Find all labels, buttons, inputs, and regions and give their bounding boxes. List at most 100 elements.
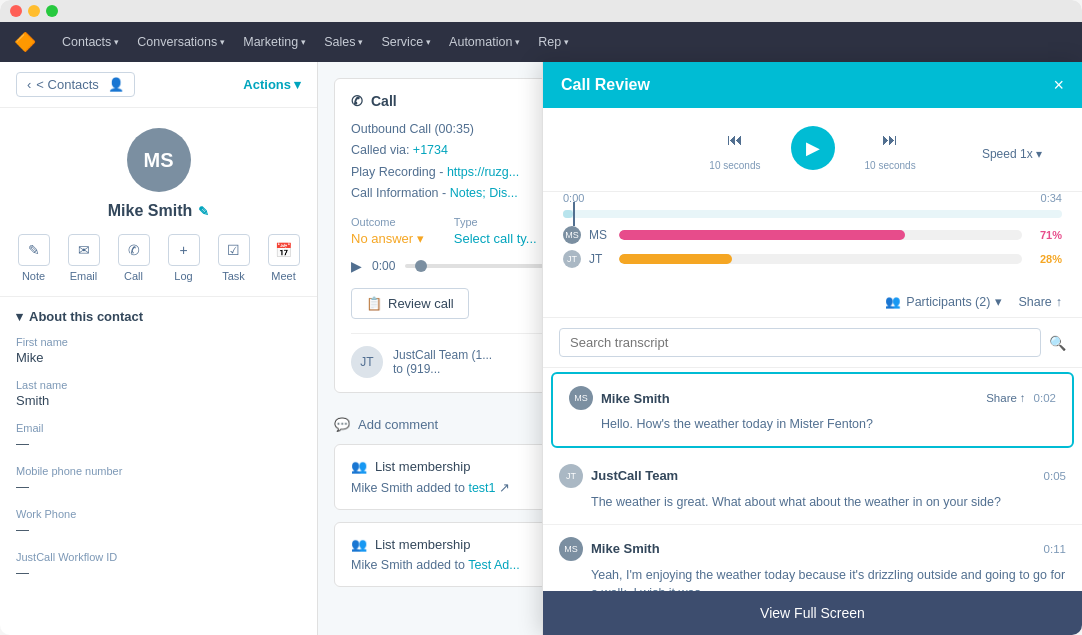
msg-name-3: Mike Smith [591,541,1036,556]
review-call-button[interactable]: 📋 Review call [351,288,469,319]
waveform-track[interactable] [563,210,1062,218]
action-call[interactable]: ✆ Call [118,234,150,282]
contact-actions: ✎ Note ✉ Email ✆ Call + Log ☑ Task 📅 Mee… [0,220,317,296]
nav-sales[interactable]: Sales ▾ [324,35,363,49]
msg-avatar-1: MS [569,386,593,410]
waveform-timeline: 0:00 0:34 [563,192,1062,204]
action-note[interactable]: ✎ Note [18,234,50,282]
msg-share-button-1[interactable]: Share ↑ [986,392,1025,404]
speaker-bar-jt [619,254,732,264]
speaker-avatar-ms: MS [563,226,581,244]
action-meet[interactable]: 📅 Meet [268,234,300,282]
chevron-down-icon: ▾ [515,37,520,47]
field-firstname: First name Mike [16,336,301,365]
participants-icon: 👥 [885,294,901,309]
call-title: Call [371,93,397,109]
msg-header-2: JT JustCall Team 0:05 [559,464,1066,488]
msg-text-2: The weather is great. What about what ab… [559,493,1066,512]
action-task[interactable]: ☑ Task [218,234,250,282]
about-section: ▾ About this contact First name Mike Las… [0,296,317,606]
chevron-down-icon: ▾ [995,294,1002,309]
nav-marketing[interactable]: Marketing ▾ [243,35,306,49]
speaker-label-jt: JT [589,252,611,266]
list-icon: 👥 [351,537,367,552]
nav-rep[interactable]: Rep ▾ [538,35,569,49]
hubspot-logo: 🔶 [14,31,36,53]
msg-time-2: 0:05 [1044,470,1066,482]
call-info-link[interactable]: Notes; Dis... [450,186,518,200]
msg-text-1: Hello. How's the weather today in Mister… [569,415,1056,434]
chevron-down-icon: ▾ [426,37,431,47]
external-link-icon: ↗ [499,481,510,495]
share-button[interactable]: Share ↑ [1018,295,1062,309]
sidebar-header: ‹ < Contacts 👤 Actions ▾ [0,62,317,108]
about-header[interactable]: ▾ About this contact [16,309,301,324]
action-email[interactable]: ✉ Email [68,234,100,282]
rewind-button[interactable]: ⏮ [719,124,751,156]
forward-button[interactable]: ⏭ [874,124,906,156]
forward-group: ⏭ 10 seconds [865,124,916,171]
forward-label: 10 seconds [865,160,916,171]
document-icon: 📋 [366,296,382,311]
waveform-area: 0:00 0:34 MS MS 71% JT JT [543,192,1082,286]
msg-time-1: 0:02 [1034,392,1056,404]
speaker-pct-jt: 28% [1030,253,1062,265]
nav-contacts[interactable]: Contacts ▾ [62,35,119,49]
transcript-message-1[interactable]: MS Mike Smith Share ↑ 0:02 Hello. How's … [551,372,1074,448]
transcript-message-2[interactable]: JT JustCall Team 0:05 The weather is gre… [543,452,1082,525]
audio-controls: ⏮ 10 seconds ▶ ⏭ 10 seconds Speed 1x ▾ [543,108,1082,192]
waveform-needle [573,202,575,226]
play-button-small[interactable]: ▶ [351,258,362,274]
type-col: Type Select call ty... [454,216,537,246]
close-button[interactable]: × [1053,76,1064,94]
task-icon: ☑ [218,234,250,266]
field-work-phone: Work Phone — [16,508,301,537]
audio-buttons: ⏮ 10 seconds ▶ ⏭ 10 seconds [709,124,915,171]
call-icon: ✆ [351,93,363,109]
call-review-modal: Call Review × ⏮ 10 seconds ▶ ⏭ 10 second… [542,62,1082,635]
nav-conversations[interactable]: Conversations ▾ [137,35,225,49]
chevron-down-icon: ▾ [220,37,225,47]
list-icon: 👥 [351,459,367,474]
msg-avatar-2: JT [559,464,583,488]
outcome-value[interactable]: No answer ▾ [351,231,424,246]
nav-service[interactable]: Service ▾ [381,35,431,49]
list-link-2[interactable]: Test Ad... [468,558,519,572]
fullscreen-window-button[interactable] [46,5,58,17]
search-icon[interactable]: 🔍 [1049,335,1066,351]
transcript-message-3[interactable]: MS Mike Smith 0:11 Yeah, I'm enjoying th… [543,525,1082,592]
minimize-window-button[interactable] [28,5,40,17]
close-window-button[interactable] [10,5,22,17]
waveform-progress [563,210,573,218]
window-chrome [0,0,1082,22]
action-log[interactable]: + Log [168,234,200,282]
rewind-group: ⏮ 10 seconds [709,124,760,171]
list-link-1[interactable]: test1 [468,481,495,495]
back-to-contacts-button[interactable]: ‹ < Contacts 👤 [16,72,135,97]
called-via-link[interactable]: +1734 [413,143,448,157]
type-select[interactable]: Select call ty... [454,231,537,246]
play-main-button[interactable]: ▶ [791,126,835,170]
chevron-down-icon: ▾ [564,37,569,47]
msg-header-3: MS Mike Smith 0:11 [559,537,1066,561]
msg-name-1: Mike Smith [601,391,978,406]
speaker-row-ms: MS MS 71% [563,226,1062,244]
audio-time: 0:00 [372,259,395,273]
msg-avatar-3: MS [559,537,583,561]
user-icon: 👤 [108,77,124,92]
progress-thumb [415,260,427,272]
speaker-bar-container-jt [619,254,1022,264]
share-icon: ↑ [1020,392,1026,404]
transcript-search: 🔍 [543,318,1082,368]
nav-automation[interactable]: Automation ▾ [449,35,520,49]
speed-button[interactable]: Speed 1x ▾ [982,147,1042,161]
chevron-down-icon: ▾ [301,37,306,47]
edit-contact-icon[interactable]: ✎ [198,204,209,219]
participants-button[interactable]: 👥 Participants (2) ▾ [885,294,1002,309]
speaker-row-jt: JT JT 28% [563,250,1062,268]
view-fullscreen-button[interactable]: View Full Screen [543,591,1082,635]
participants-bar: 👥 Participants (2) ▾ Share ↑ [543,286,1082,318]
recording-link[interactable]: https://ruzg... [447,165,519,179]
transcript-search-input[interactable] [559,328,1041,357]
actions-button[interactable]: Actions ▾ [243,77,301,92]
